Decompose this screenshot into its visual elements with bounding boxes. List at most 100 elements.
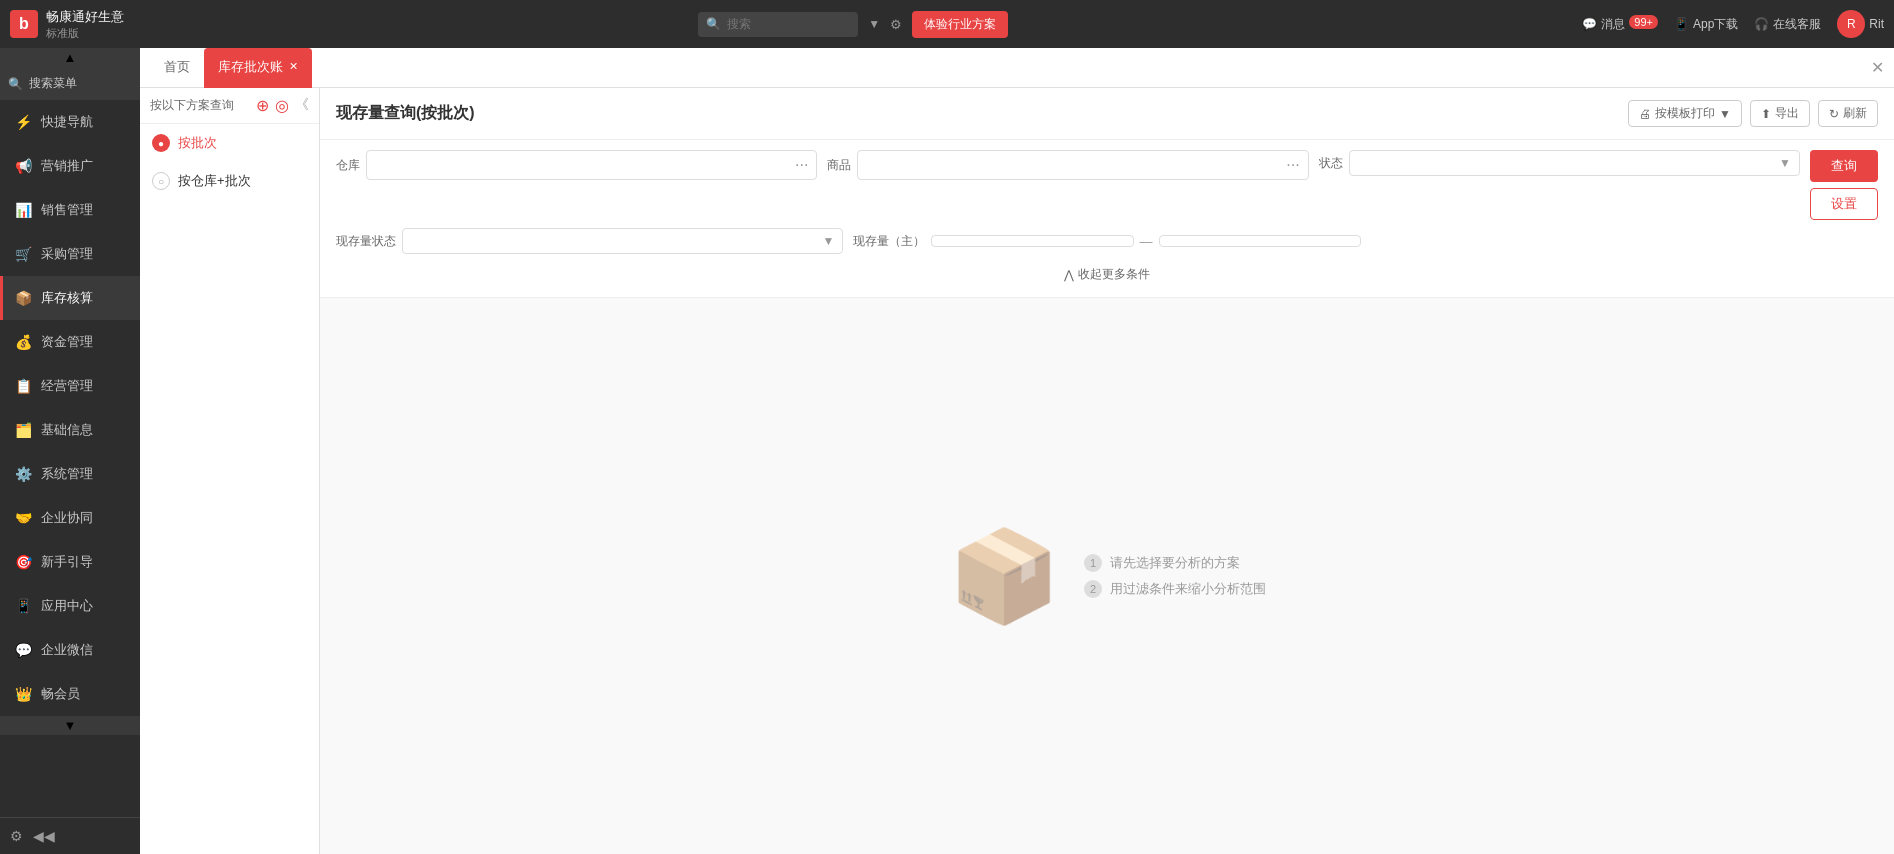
refresh-btn[interactable]: ↻ 刷新 xyxy=(1818,100,1878,127)
guide-icon: 🎯 xyxy=(13,552,33,572)
trial-btn[interactable]: 体验行业方案 xyxy=(912,11,1008,38)
settings-button[interactable]: 设置 xyxy=(1810,188,1878,220)
sidebar-item-marketing[interactable]: 📢 营销推广 xyxy=(0,144,140,188)
empty-state-content: 📦 1 请先选择要分析的方案 2 用过滤条件来缩小分析范围 xyxy=(948,524,1266,629)
tab-bar: 首页 库存批次账 ✕ ✕ xyxy=(140,48,1894,88)
status-label: 状态 xyxy=(1319,155,1343,172)
empty-tip-1: 1 请先选择要分析的方案 xyxy=(1084,554,1266,572)
sidebar-item-wechat[interactable]: 💬 企业微信 xyxy=(0,628,140,672)
sidebar-item-sales[interactable]: 📊 销售管理 xyxy=(0,188,140,232)
message-badge: 99+ xyxy=(1629,15,1658,29)
search-icon-sidebar: 🔍 xyxy=(8,77,23,91)
empty-state: 📦 1 请先选择要分析的方案 2 用过滤条件来缩小分析范围 xyxy=(320,298,1894,854)
filter-goods-group: 商品 ··· xyxy=(827,150,1308,180)
tab-close-btn[interactable]: ✕ xyxy=(289,60,298,73)
filter-warehouse-group: 仓库 ··· xyxy=(336,150,817,180)
filter-area: 仓库 ··· 商品 ··· xyxy=(320,140,1894,298)
warehouse-label: 仓库 xyxy=(336,157,360,174)
empty-tip-2: 2 用过滤条件来缩小分析范围 xyxy=(1084,580,1266,598)
export-icon: ⬆ xyxy=(1761,107,1771,121)
search-icon: 🔍 xyxy=(706,17,721,31)
collapse-btn[interactable]: ⋀ 收起更多条件 xyxy=(1056,262,1158,287)
sidebar-item-purchase[interactable]: 🛒 采购管理 xyxy=(0,232,140,276)
inv-qty-input-start[interactable] xyxy=(931,235,1133,247)
sidebar-item-finance[interactable]: 💰 资金管理 xyxy=(0,320,140,364)
sidebar-scroll-up[interactable]: ▲ xyxy=(0,48,140,67)
print-icon: 🖨 xyxy=(1639,107,1651,121)
scheme-collapse-icon[interactable]: 《 xyxy=(295,96,309,115)
scheme-header-icons: ⊕ ◎ 《 xyxy=(256,96,309,115)
collapse-row: ⋀ 收起更多条件 xyxy=(336,262,1878,287)
top-search[interactable]: 🔍 搜索 xyxy=(698,12,858,37)
top-bar-right: 💬 消息 99+ 📱 App下载 🎧 在线客服 R Rit xyxy=(1582,10,1884,38)
scheme-settings-icon[interactable]: ◎ xyxy=(275,96,289,115)
tab-batch-account[interactable]: 库存批次账 ✕ xyxy=(204,48,312,88)
scheme-item-by-warehouse-batch[interactable]: ○ 按仓库+批次 xyxy=(140,162,319,200)
tab-home[interactable]: 首页 xyxy=(150,48,204,88)
sidebar-item-inventory[interactable]: 📦 库存核算 xyxy=(0,276,140,320)
operations-icon: 📋 xyxy=(13,376,33,396)
page-title-bar: 现存量查询(按批次) 🖨 按模板打印 ▼ ⬆ 导出 ↻ xyxy=(320,88,1894,140)
query-button[interactable]: 查询 xyxy=(1810,150,1878,182)
sidebar-bottom: ⚙ ◀◀ xyxy=(0,817,140,854)
inv-qty-input-end[interactable] xyxy=(1159,235,1361,247)
sales-icon: 📊 xyxy=(13,200,33,220)
warehouse-input[interactable]: ··· xyxy=(366,150,817,180)
page-title-actions: 🖨 按模板打印 ▼ ⬆ 导出 ↻ 刷新 xyxy=(1628,100,1878,127)
online-service-btn[interactable]: 🎧 在线客服 xyxy=(1754,16,1821,33)
finance-icon: 💰 xyxy=(13,332,33,352)
right-content: 现存量查询(按批次) 🖨 按模板打印 ▼ ⬆ 导出 ↻ xyxy=(320,88,1894,854)
sidebar-item-system[interactable]: ⚙️ 系统管理 xyxy=(0,452,140,496)
enterprise-icon: 🤝 xyxy=(13,508,33,528)
sidebar-search[interactable]: 🔍 搜索菜单 xyxy=(0,67,140,100)
settings-icon[interactable]: ⚙ xyxy=(890,17,902,32)
sidebar-item-enterprise[interactable]: 🤝 企业协同 xyxy=(0,496,140,540)
scheme-item-by-batch[interactable]: ● 按批次 xyxy=(140,124,319,162)
inv-status-label: 现存量状态 xyxy=(336,233,396,250)
filter-row-1: 仓库 ··· 商品 ··· xyxy=(336,150,1878,220)
status-select[interactable]: ▼ xyxy=(1349,150,1800,176)
sidebar-scroll-down[interactable]: ▼ xyxy=(0,716,140,735)
app-download-btn[interactable]: 📱 App下载 xyxy=(1674,16,1738,33)
add-scheme-icon[interactable]: ⊕ xyxy=(256,96,269,115)
bottom-collapse-icon[interactable]: ◀◀ xyxy=(33,828,55,844)
empty-tips: 1 请先选择要分析的方案 2 用过滤条件来缩小分析范围 xyxy=(1084,554,1266,598)
goods-more-icon[interactable]: ··· xyxy=(1286,156,1299,174)
sidebar-item-member[interactable]: 👑 畅会员 xyxy=(0,672,140,716)
app-logo: b xyxy=(10,10,38,38)
left-panel: 按以下方案查询 ⊕ ◎ 《 ● 按批次 ○ 按仓库+批次 xyxy=(140,88,320,854)
filter-status-group: 状态 ▼ xyxy=(1319,150,1800,176)
sidebar-item-operations[interactable]: 📋 经营管理 xyxy=(0,364,140,408)
sidebar-item-guide[interactable]: 🎯 新手引导 xyxy=(0,540,140,584)
goods-input[interactable]: ··· xyxy=(857,150,1308,180)
inventory-icon: 📦 xyxy=(13,288,33,308)
apps-icon: 📱 xyxy=(13,596,33,616)
export-btn[interactable]: ⬆ 导出 xyxy=(1750,100,1810,127)
sidebar-item-apps[interactable]: 📱 应用中心 xyxy=(0,584,140,628)
bottom-settings-icon[interactable]: ⚙ xyxy=(10,828,23,844)
main-container: ▲ 🔍 搜索菜单 ⚡ 快捷导航 📢 营销推广 📊 销售管理 🛒 采购管理 📦 库… xyxy=(0,48,1894,854)
sidebar-item-basic[interactable]: 🗂️ 基础信息 xyxy=(0,408,140,452)
app-version: 标准版 xyxy=(46,26,124,41)
query-settings-btns: 查询 设置 xyxy=(1810,150,1878,220)
dropdown-icon[interactable]: ▼ xyxy=(868,17,880,31)
purchase-icon: 🛒 xyxy=(13,244,33,264)
marketing-icon: 📢 xyxy=(13,156,33,176)
user-avatar-btn[interactable]: R Rit xyxy=(1837,10,1884,38)
print-dropdown-icon: ▼ xyxy=(1719,107,1731,121)
panel-close-btn[interactable]: ✕ xyxy=(1871,58,1884,77)
member-icon: 👑 xyxy=(13,684,33,704)
refresh-icon: ↻ xyxy=(1829,107,1839,121)
print-btn[interactable]: 🖨 按模板打印 ▼ xyxy=(1628,100,1742,127)
company-name: 畅康通好生意 xyxy=(46,8,124,26)
sidebar-item-quick-nav[interactable]: ⚡ 快捷导航 xyxy=(0,100,140,144)
status-dropdown-icon[interactable]: ▼ xyxy=(1779,156,1791,170)
message-btn[interactable]: 💬 消息 99+ xyxy=(1582,16,1658,33)
inv-status-dropdown-icon[interactable]: ▼ xyxy=(822,234,834,248)
warehouse-more-icon[interactable]: ··· xyxy=(795,156,808,174)
filter-inv-qty-group: 现存量（主） — xyxy=(853,233,1360,250)
inv-status-select[interactable]: ▼ xyxy=(402,228,843,254)
avatar: R xyxy=(1837,10,1865,38)
app-info: 畅康通好生意 标准版 xyxy=(46,8,124,41)
qty-dash: — xyxy=(1140,234,1153,249)
